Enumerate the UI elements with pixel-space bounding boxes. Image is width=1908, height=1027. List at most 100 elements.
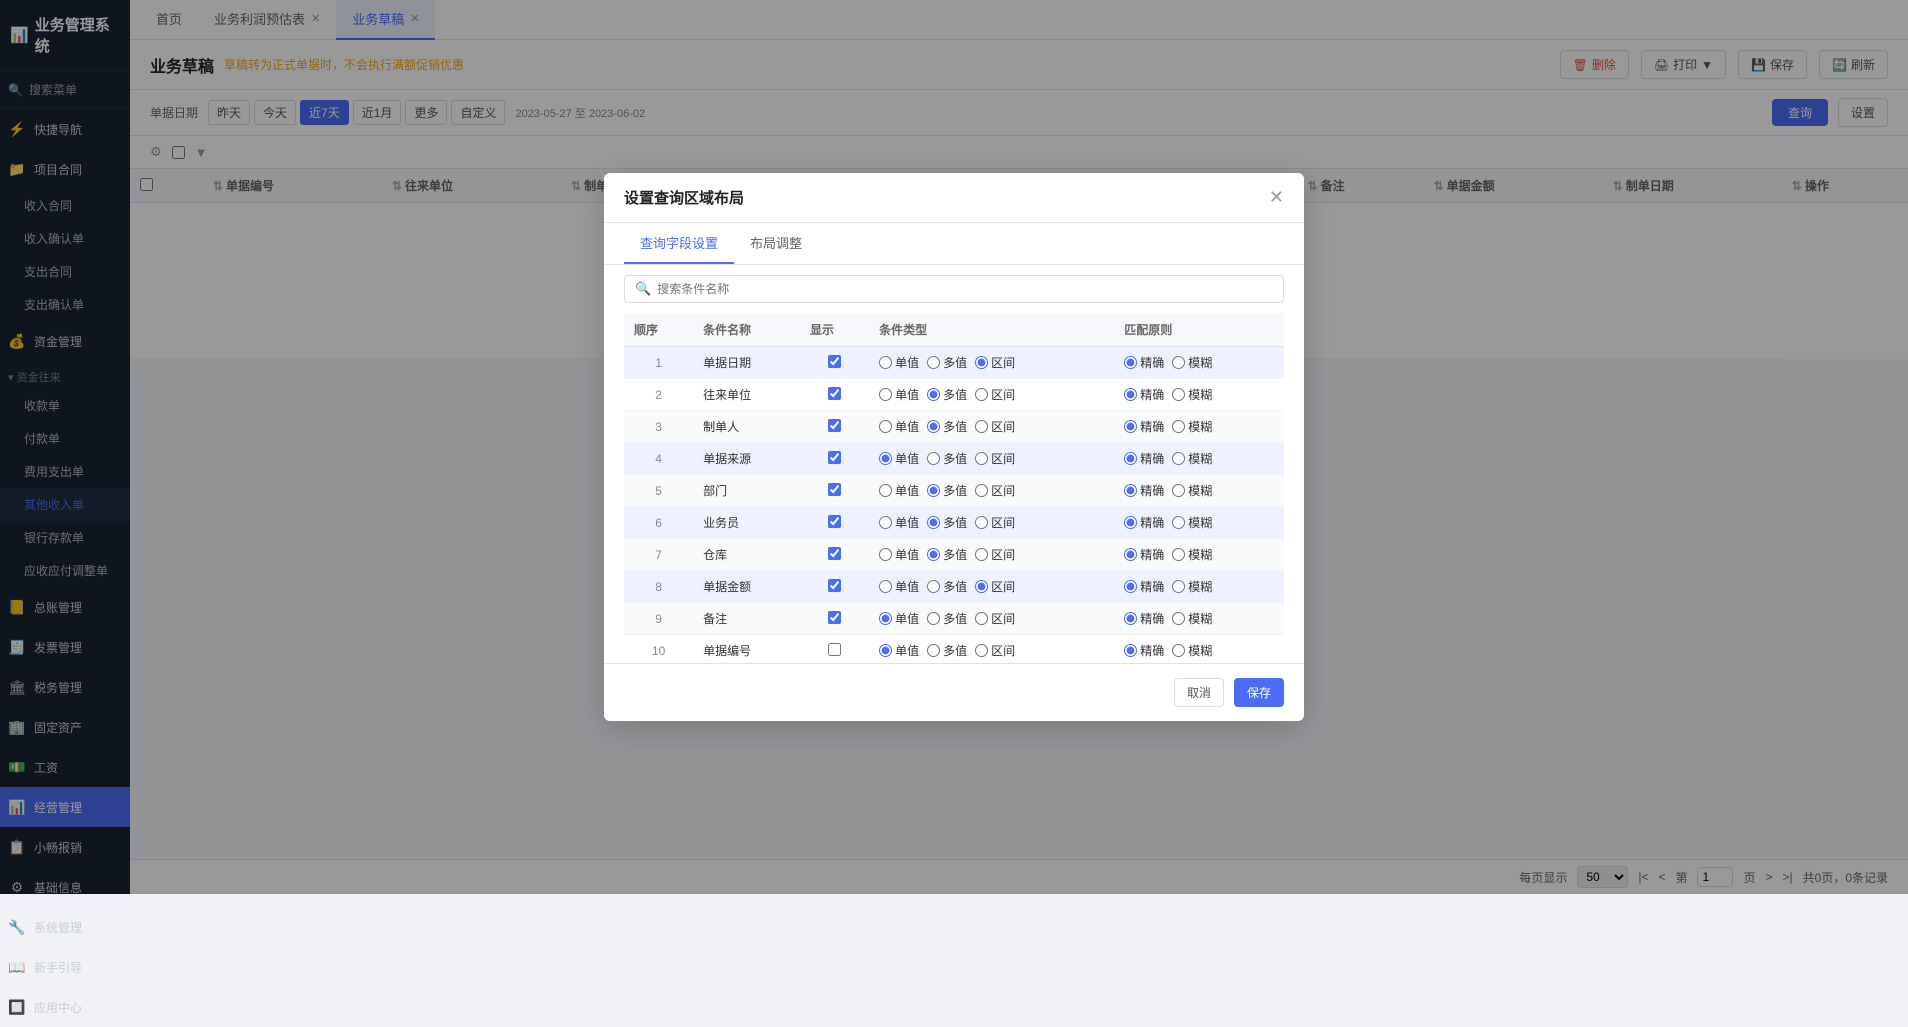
type-radio-input[interactable] [975, 644, 988, 657]
type-radio-input[interactable] [927, 356, 940, 369]
match-radio-精确[interactable]: 精确 [1124, 450, 1164, 467]
type-radio-多值[interactable]: 多值 [927, 514, 967, 531]
match-radio-精确[interactable]: 精确 [1124, 546, 1164, 563]
type-radio-多值[interactable]: 多值 [927, 642, 967, 659]
match-radio-input[interactable] [1124, 612, 1137, 625]
row-show[interactable] [800, 635, 869, 664]
show-checkbox[interactable] [828, 451, 841, 464]
match-radio-模糊[interactable]: 模糊 [1172, 482, 1212, 499]
show-checkbox[interactable] [828, 643, 841, 656]
match-radio-input[interactable] [1172, 612, 1185, 625]
type-radio-区间[interactable]: 区间 [975, 418, 1015, 435]
show-checkbox[interactable] [828, 515, 841, 528]
modal-search-input[interactable] [657, 282, 857, 296]
type-radio-input[interactable] [927, 644, 940, 657]
type-radio-多值[interactable]: 多值 [927, 578, 967, 595]
match-radio-input[interactable] [1124, 356, 1137, 369]
match-radio-精确[interactable]: 精确 [1124, 610, 1164, 627]
row-show[interactable] [800, 475, 869, 507]
row-show[interactable] [800, 411, 869, 443]
match-radio-input[interactable] [1172, 516, 1185, 529]
type-radio-区间[interactable]: 区间 [975, 546, 1015, 563]
type-radio-单值[interactable]: 单值 [879, 546, 919, 563]
match-radio-模糊[interactable]: 模糊 [1172, 354, 1212, 371]
type-radio-多值[interactable]: 多值 [927, 482, 967, 499]
type-radio-单值[interactable]: 单值 [879, 578, 919, 595]
row-show[interactable] [800, 379, 869, 411]
match-radio-input[interactable] [1124, 388, 1137, 401]
show-checkbox[interactable] [828, 483, 841, 496]
type-radio-input[interactable] [879, 580, 892, 593]
type-radio-多值[interactable]: 多值 [927, 386, 967, 403]
row-show[interactable] [800, 603, 869, 635]
type-radio-区间[interactable]: 区间 [975, 386, 1015, 403]
type-radio-多值[interactable]: 多值 [927, 418, 967, 435]
match-radio-模糊[interactable]: 模糊 [1172, 578, 1212, 595]
match-radio-模糊[interactable]: 模糊 [1172, 418, 1212, 435]
type-radio-多值[interactable]: 多值 [927, 546, 967, 563]
type-radio-input[interactable] [975, 388, 988, 401]
type-radio-多值[interactable]: 多值 [927, 610, 967, 627]
type-radio-单值[interactable]: 单值 [879, 450, 919, 467]
match-radio-input[interactable] [1124, 644, 1137, 657]
match-radio-input[interactable] [1124, 484, 1137, 497]
match-radio-input[interactable] [1124, 452, 1137, 465]
match-radio-input[interactable] [1124, 516, 1137, 529]
type-radio-单值[interactable]: 单值 [879, 482, 919, 499]
type-radio-input[interactable] [927, 548, 940, 561]
type-radio-单值[interactable]: 单值 [879, 386, 919, 403]
match-radio-模糊[interactable]: 模糊 [1172, 546, 1212, 563]
type-radio-单值[interactable]: 单值 [879, 354, 919, 371]
type-radio-input[interactable] [975, 452, 988, 465]
type-radio-input[interactable] [927, 484, 940, 497]
type-radio-区间[interactable]: 区间 [975, 450, 1015, 467]
match-radio-精确[interactable]: 精确 [1124, 482, 1164, 499]
type-radio-input[interactable] [927, 612, 940, 625]
modal-save-button[interactable]: 保存 [1234, 678, 1284, 707]
match-radio-模糊[interactable]: 模糊 [1172, 450, 1212, 467]
row-show[interactable] [800, 571, 869, 603]
match-radio-精确[interactable]: 精确 [1124, 514, 1164, 531]
match-radio-模糊[interactable]: 模糊 [1172, 642, 1212, 659]
modal-cancel-button[interactable]: 取消 [1174, 678, 1224, 707]
type-radio-区间[interactable]: 区间 [975, 354, 1015, 371]
match-radio-精确[interactable]: 精确 [1124, 386, 1164, 403]
type-radio-input[interactable] [975, 580, 988, 593]
row-show[interactable] [800, 443, 869, 475]
modal-tab-query-fields[interactable]: 查询字段设置 [624, 223, 734, 264]
type-radio-input[interactable] [927, 388, 940, 401]
sidebar-item-system[interactable]: 🔧系统管理 [0, 907, 130, 947]
modal-tab-layout-adjust[interactable]: 布局调整 [734, 223, 818, 264]
show-checkbox[interactable] [828, 547, 841, 560]
show-checkbox[interactable] [828, 579, 841, 592]
match-radio-input[interactable] [1172, 484, 1185, 497]
type-radio-input[interactable] [879, 420, 892, 433]
type-radio-input[interactable] [975, 612, 988, 625]
type-radio-input[interactable] [927, 420, 940, 433]
type-radio-input[interactable] [975, 548, 988, 561]
show-checkbox[interactable] [828, 355, 841, 368]
type-radio-多值[interactable]: 多值 [927, 354, 967, 371]
type-radio-input[interactable] [975, 484, 988, 497]
type-radio-input[interactable] [927, 580, 940, 593]
modal-overlay[interactable]: 设置查询区域布局 ✕ 查询字段设置布局调整 🔍 顺序条件名称显示条件类型匹配原则 [0, 0, 1908, 894]
match-radio-精确[interactable]: 精确 [1124, 578, 1164, 595]
type-radio-input[interactable] [879, 516, 892, 529]
row-show[interactable] [800, 539, 869, 571]
type-radio-区间[interactable]: 区间 [975, 482, 1015, 499]
type-radio-input[interactable] [879, 644, 892, 657]
type-radio-input[interactable] [927, 516, 940, 529]
type-radio-区间[interactable]: 区间 [975, 514, 1015, 531]
match-radio-模糊[interactable]: 模糊 [1172, 386, 1212, 403]
match-radio-input[interactable] [1172, 420, 1185, 433]
type-radio-区间[interactable]: 区间 [975, 578, 1015, 595]
match-radio-模糊[interactable]: 模糊 [1172, 514, 1212, 531]
type-radio-input[interactable] [975, 356, 988, 369]
type-radio-input[interactable] [879, 452, 892, 465]
match-radio-精确[interactable]: 精确 [1124, 354, 1164, 371]
match-radio-精确[interactable]: 精确 [1124, 642, 1164, 659]
sidebar-item-guide[interactable]: 📖新手引导 [0, 947, 130, 987]
match-radio-input[interactable] [1124, 580, 1137, 593]
match-radio-精确[interactable]: 精确 [1124, 418, 1164, 435]
type-radio-input[interactable] [975, 516, 988, 529]
